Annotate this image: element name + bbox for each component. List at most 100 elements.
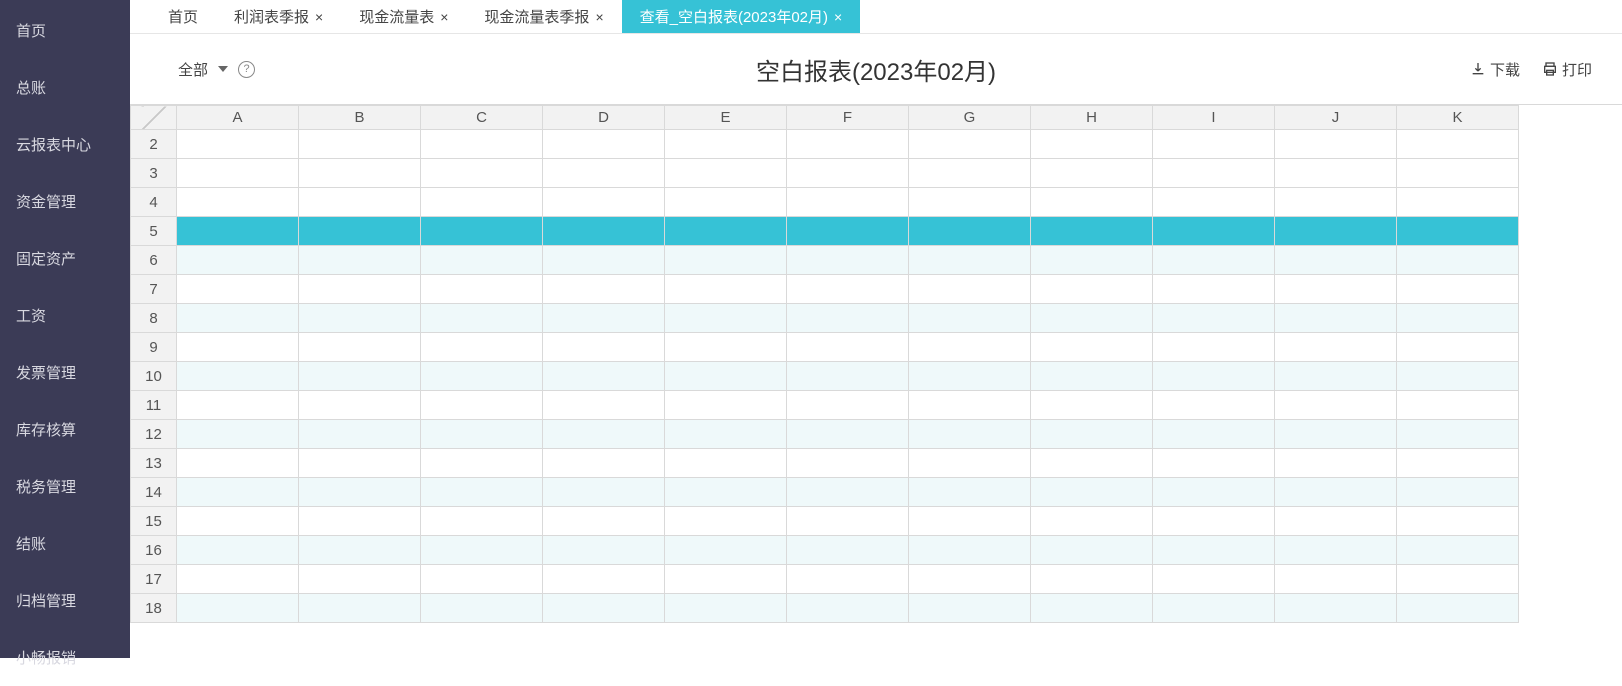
close-icon[interactable]: × xyxy=(440,10,448,24)
cell[interactable] xyxy=(909,130,1031,159)
tab-1[interactable]: 利润表季报× xyxy=(216,0,341,33)
cell[interactable] xyxy=(665,536,787,565)
cell[interactable] xyxy=(1397,391,1519,420)
sidebar-item-fund-mgmt[interactable]: 资金管理 xyxy=(0,173,130,230)
cell[interactable] xyxy=(1275,333,1397,362)
cell[interactable] xyxy=(787,130,909,159)
cell[interactable] xyxy=(787,507,909,536)
cell[interactable] xyxy=(1031,304,1153,333)
column-header[interactable]: B xyxy=(299,106,421,130)
tab-4[interactable]: 查看_空白报表(2023年02月)× xyxy=(622,0,861,33)
cell[interactable] xyxy=(421,391,543,420)
cell[interactable] xyxy=(1153,333,1275,362)
sidebar-item-ledger[interactable]: 总账 xyxy=(0,59,130,116)
tab-0[interactable]: 首页 xyxy=(150,0,216,33)
cell[interactable] xyxy=(787,536,909,565)
cell[interactable] xyxy=(1031,188,1153,217)
cell[interactable] xyxy=(299,420,421,449)
cell[interactable] xyxy=(421,304,543,333)
cell[interactable] xyxy=(1397,304,1519,333)
cell[interactable] xyxy=(909,217,1031,246)
column-header[interactable]: K xyxy=(1397,106,1519,130)
row-header[interactable]: 18 xyxy=(131,594,177,623)
cell[interactable] xyxy=(543,304,665,333)
cell[interactable] xyxy=(787,159,909,188)
cell[interactable] xyxy=(665,594,787,623)
cell[interactable] xyxy=(909,275,1031,304)
cell[interactable] xyxy=(177,420,299,449)
cell[interactable] xyxy=(909,478,1031,507)
cell[interactable] xyxy=(1275,391,1397,420)
close-icon[interactable]: × xyxy=(315,10,323,24)
cell[interactable] xyxy=(665,478,787,507)
tab-2[interactable]: 现金流量表× xyxy=(341,0,466,33)
cell[interactable] xyxy=(543,130,665,159)
cell[interactable] xyxy=(1031,159,1153,188)
cell[interactable] xyxy=(1031,536,1153,565)
cell[interactable] xyxy=(665,391,787,420)
cell[interactable] xyxy=(1153,246,1275,275)
help-icon[interactable]: ? xyxy=(238,61,255,78)
cell[interactable] xyxy=(299,507,421,536)
corner-cell[interactable] xyxy=(131,106,177,130)
cell[interactable] xyxy=(543,333,665,362)
row-header[interactable]: 3 xyxy=(131,159,177,188)
cell[interactable] xyxy=(543,188,665,217)
cell[interactable] xyxy=(1397,449,1519,478)
cell[interactable] xyxy=(1153,275,1275,304)
cell[interactable] xyxy=(1153,391,1275,420)
column-header[interactable]: F xyxy=(787,106,909,130)
cell[interactable] xyxy=(1031,362,1153,391)
cell[interactable] xyxy=(787,594,909,623)
cell[interactable] xyxy=(177,130,299,159)
sidebar-item-cloud-report[interactable]: 云报表中心 xyxy=(0,116,130,173)
cell[interactable] xyxy=(421,217,543,246)
cell[interactable] xyxy=(421,130,543,159)
cell[interactable] xyxy=(177,159,299,188)
cell[interactable] xyxy=(177,594,299,623)
close-icon[interactable]: × xyxy=(595,10,603,24)
cell[interactable] xyxy=(665,362,787,391)
cell[interactable] xyxy=(543,159,665,188)
cell[interactable] xyxy=(299,594,421,623)
row-header[interactable]: 14 xyxy=(131,478,177,507)
cell[interactable] xyxy=(177,478,299,507)
cell[interactable] xyxy=(1275,594,1397,623)
cell[interactable] xyxy=(1397,420,1519,449)
cell[interactable] xyxy=(909,420,1031,449)
row-header[interactable]: 15 xyxy=(131,507,177,536)
cell[interactable] xyxy=(909,304,1031,333)
cell[interactable] xyxy=(1397,246,1519,275)
cell[interactable] xyxy=(909,565,1031,594)
cell[interactable] xyxy=(1153,304,1275,333)
sidebar-item-inventory[interactable]: 库存核算 xyxy=(0,401,130,458)
cell[interactable] xyxy=(665,304,787,333)
sidebar-item-home[interactable]: 首页 xyxy=(0,2,130,59)
sidebar-item-tax-mgmt[interactable]: 税务管理 xyxy=(0,458,130,515)
cell[interactable] xyxy=(1397,565,1519,594)
cell[interactable] xyxy=(1031,594,1153,623)
cell[interactable] xyxy=(909,449,1031,478)
cell[interactable] xyxy=(1153,159,1275,188)
cell[interactable] xyxy=(1153,478,1275,507)
cell[interactable] xyxy=(299,449,421,478)
cell[interactable] xyxy=(1275,536,1397,565)
cell[interactable] xyxy=(1031,333,1153,362)
cell[interactable] xyxy=(1397,188,1519,217)
cell[interactable] xyxy=(299,130,421,159)
cell[interactable] xyxy=(1153,536,1275,565)
cell[interactable] xyxy=(1153,188,1275,217)
row-header[interactable]: 4 xyxy=(131,188,177,217)
chevron-down-icon[interactable] xyxy=(218,66,228,72)
cell[interactable] xyxy=(1397,507,1519,536)
cell[interactable] xyxy=(1275,362,1397,391)
cell[interactable] xyxy=(421,565,543,594)
cell[interactable] xyxy=(1275,304,1397,333)
column-header[interactable]: D xyxy=(543,106,665,130)
cell[interactable] xyxy=(1397,130,1519,159)
row-header[interactable]: 9 xyxy=(131,333,177,362)
cell[interactable] xyxy=(1153,507,1275,536)
cell[interactable] xyxy=(299,217,421,246)
cell[interactable] xyxy=(787,478,909,507)
cell[interactable] xyxy=(1031,246,1153,275)
